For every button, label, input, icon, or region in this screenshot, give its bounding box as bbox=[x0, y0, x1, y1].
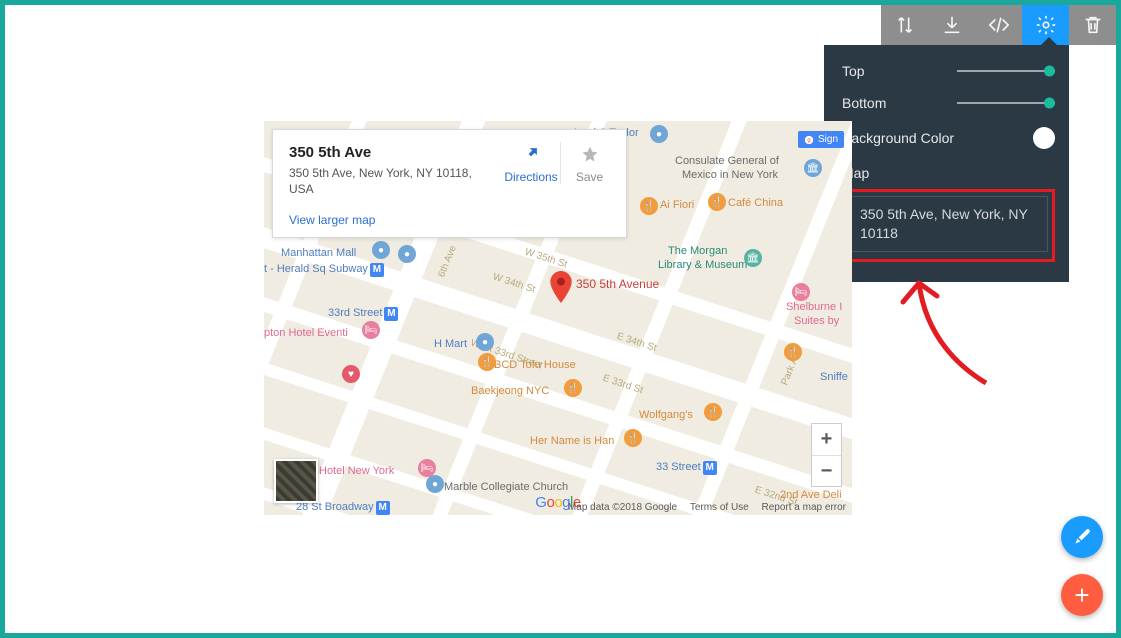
annotation-arrow bbox=[891, 268, 1001, 388]
sign-in-label: Sign bbox=[818, 134, 838, 145]
terms-link[interactable]: Terms of Use bbox=[690, 502, 749, 513]
satellite-toggle[interactable] bbox=[274, 459, 318, 503]
poi-pin: 🍴 bbox=[564, 379, 582, 397]
poi-label: Wolfgang's bbox=[639, 409, 693, 421]
poi-label: Manhattan Mall bbox=[281, 247, 356, 259]
map-section-label: Map bbox=[842, 165, 1055, 181]
poi-pin: 🍴 bbox=[640, 197, 658, 215]
sign-in-badge[interactable]: g Sign bbox=[798, 131, 844, 148]
save-button[interactable]: Save bbox=[560, 142, 618, 184]
bg-color-label: Background Color bbox=[842, 130, 954, 146]
poi-label: t - Herald Sq SubwayM bbox=[264, 263, 384, 277]
poi-pin: 🛏 bbox=[792, 283, 810, 301]
poi-label: H Mart bbox=[434, 338, 467, 350]
view-larger-link[interactable]: View larger map bbox=[289, 213, 375, 227]
poi-label: 33rd StreetM bbox=[328, 307, 398, 321]
directions-label: Directions bbox=[504, 170, 557, 184]
star-icon bbox=[581, 145, 599, 163]
directions-button[interactable]: Directions bbox=[502, 142, 560, 184]
bottom-spacing-row: Bottom bbox=[842, 95, 1055, 111]
info-address: 350 5th Ave, New York, NY 10118, USA bbox=[289, 165, 489, 197]
poi-label: Marble Collegiate Church bbox=[444, 481, 568, 493]
road-label: 6th Ave bbox=[436, 244, 459, 279]
poi-pin: 🛏 bbox=[362, 321, 380, 339]
poi-pin: ● bbox=[398, 245, 416, 263]
map-embed[interactable]: W 35th St W 34th St West 33rd Street E 3… bbox=[264, 121, 852, 515]
zoom-out-button[interactable]: − bbox=[812, 455, 841, 486]
toolbar bbox=[881, 5, 1116, 45]
poi-label: 28 St BroadwayM bbox=[296, 501, 390, 515]
poi-label: pton Hotel Eventi bbox=[264, 327, 348, 339]
map-address-input[interactable]: 350 5th Ave, New York, NY 10118 bbox=[849, 196, 1048, 252]
info-actions: Directions Save bbox=[502, 142, 618, 184]
poi-pin: ● bbox=[372, 241, 390, 259]
top-spacing-row: Top bbox=[842, 63, 1055, 79]
download-button[interactable] bbox=[928, 5, 975, 45]
poi-pin: 🛏 bbox=[418, 459, 436, 477]
brush-icon bbox=[1072, 527, 1092, 547]
poi-label: Baekjeong NYC bbox=[471, 385, 549, 397]
poi-label: Ai Fiori bbox=[660, 199, 694, 211]
poi-label: 33 StreetM bbox=[656, 461, 717, 475]
bottom-label: Bottom bbox=[842, 95, 886, 111]
trash-icon bbox=[1082, 14, 1104, 36]
code-button[interactable] bbox=[975, 5, 1022, 45]
zoom-in-button[interactable]: + bbox=[812, 424, 841, 455]
style-fab[interactable] bbox=[1061, 516, 1103, 558]
download-icon bbox=[941, 14, 963, 36]
poi-pin: 🍴 bbox=[708, 193, 726, 211]
poi-label: The Morgan bbox=[668, 245, 727, 257]
marker-label: 350 5th Avenue bbox=[576, 277, 659, 291]
poi-label: Her Name is Han bbox=[530, 435, 614, 447]
report-link[interactable]: Report a map error bbox=[762, 502, 846, 513]
map-input-highlight: 350 5th Ave, New York, NY 10118 bbox=[842, 189, 1055, 262]
sort-icon bbox=[894, 14, 916, 36]
bg-color-swatch[interactable] bbox=[1033, 127, 1055, 149]
poi-label: Mexico in New York bbox=[682, 169, 778, 181]
poi-label: Café China bbox=[728, 197, 783, 209]
poi-pin: ● bbox=[426, 475, 444, 493]
poi-pin: ♥ bbox=[342, 365, 360, 383]
poi-label: BCD Tofu House bbox=[494, 359, 576, 371]
poi-label: Consulate General of bbox=[675, 155, 779, 167]
map-footer: Map data ©2018 Google Terms of Use Repor… bbox=[558, 502, 846, 513]
poi-pin: ● bbox=[476, 333, 494, 351]
poi-pin: 🍴 bbox=[704, 403, 722, 421]
zoom-control: + − bbox=[811, 423, 842, 487]
poi-pin: 🍴 bbox=[478, 353, 496, 371]
delete-button[interactable] bbox=[1069, 5, 1116, 45]
plus-icon: + bbox=[1074, 580, 1089, 611]
map-marker: 350 5th Avenue bbox=[550, 271, 572, 303]
poi-label: Library & Museum bbox=[658, 259, 747, 271]
top-label: Top bbox=[842, 63, 865, 79]
poi-pin: ● bbox=[650, 125, 668, 143]
svg-text:g: g bbox=[807, 137, 810, 143]
settings-panel: Top Bottom Background Color Map 350 5th … bbox=[824, 45, 1069, 282]
poi-pin: 🏛 bbox=[744, 249, 762, 267]
poi-label: Shelburne I bbox=[786, 301, 842, 313]
poi-pin: 🍴 bbox=[784, 343, 802, 361]
directions-icon bbox=[521, 144, 541, 164]
google-icon: g bbox=[804, 135, 814, 145]
sort-button[interactable] bbox=[881, 5, 928, 45]
poi-label: 2nd Ave Deli bbox=[780, 489, 842, 501]
poi-label: Hotel New York bbox=[319, 465, 394, 477]
save-label: Save bbox=[576, 170, 603, 184]
map-info-card: 350 5th Ave 350 5th Ave, New York, NY 10… bbox=[272, 129, 627, 238]
poi-pin: 🍴 bbox=[624, 429, 642, 447]
bottom-slider[interactable] bbox=[957, 96, 1055, 110]
poi-pin: 🏛 bbox=[804, 159, 822, 177]
poi-label: Sniffe bbox=[820, 371, 848, 383]
map-data-label: Map data ©2018 Google bbox=[568, 502, 677, 513]
top-slider[interactable] bbox=[957, 64, 1055, 78]
bg-color-row: Background Color bbox=[842, 127, 1055, 149]
add-fab[interactable]: + bbox=[1061, 574, 1103, 616]
poi-label: Suites by bbox=[794, 315, 839, 327]
code-icon bbox=[988, 14, 1010, 36]
gear-icon bbox=[1035, 14, 1057, 36]
